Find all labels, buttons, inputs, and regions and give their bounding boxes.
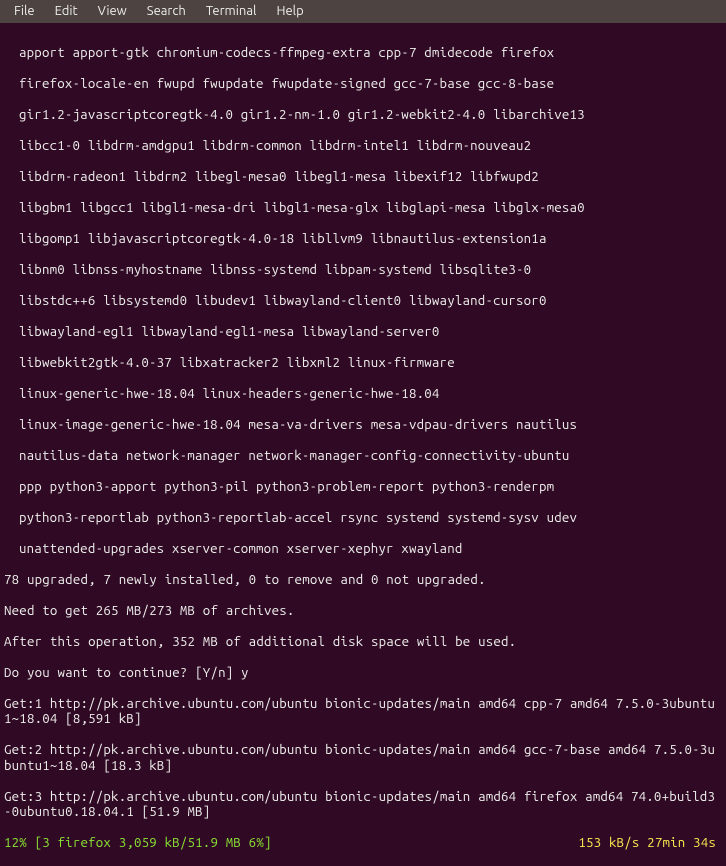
progress-indicator: 12% [3 firefox 3,059 kB/51.9 MB 6%]: [4, 835, 272, 850]
menu-bar: File Edit View Search Terminal Help: [0, 0, 726, 23]
menu-search[interactable]: Search: [139, 1, 194, 23]
package-line: linux-image-generic-hwe-18.04 mesa-va-dr…: [4, 417, 722, 433]
package-line: linux-generic-hwe-18.04 linux-headers-ge…: [4, 386, 722, 402]
package-line: nautilus-data network-manager network-ma…: [4, 448, 722, 464]
package-line: gir1.2-javascriptcoregtk-4.0 gir1.2-nm-1…: [4, 107, 722, 123]
menu-edit[interactable]: Edit: [47, 1, 86, 23]
upgrade-summary: 78 upgraded, 7 newly installed, 0 to rem…: [4, 572, 722, 588]
package-line: unattended-upgrades xserver-common xserv…: [4, 541, 722, 557]
package-line: ppp python3-apport python3-pil python3-p…: [4, 479, 722, 495]
speed-eta: 153 kB/s 27min 34s: [578, 835, 716, 851]
get-line: Get:2 http://pk.archive.ubuntu.com/ubunt…: [4, 742, 722, 773]
package-line: apport apport-gtk chromium-codecs-ffmpeg…: [4, 45, 722, 61]
package-line: python3-reportlab python3-reportlab-acce…: [4, 510, 722, 526]
terminal-output[interactable]: apport apport-gtk chromium-codecs-ffmpeg…: [0, 23, 726, 866]
need-get-line: Need to get 265 MB/273 MB of archives.: [4, 603, 722, 619]
package-line: libwayland-egl1 libwayland-egl1-mesa lib…: [4, 324, 722, 340]
download-status: 12% [3 firefox 3,059 kB/51.9 MB 6%] 153 k…: [4, 835, 722, 851]
get-line: Get:3 http://pk.archive.ubuntu.com/ubunt…: [4, 789, 722, 820]
get-line: Get:1 http://pk.archive.ubuntu.com/ubunt…: [4, 696, 722, 727]
package-line: libdrm-radeon1 libdrm2 libegl-mesa0 libe…: [4, 169, 722, 185]
package-line: libcc1-0 libdrm-amdgpu1 libdrm-common li…: [4, 138, 722, 154]
package-line: libwebkit2gtk-4.0-37 libxatracker2 libxm…: [4, 355, 722, 371]
continue-prompt: Do you want to continue? [Y/n] y: [4, 665, 722, 681]
package-line: libgbm1 libgcc1 libgl1-mesa-dri libgl1-m…: [4, 200, 722, 216]
menu-file[interactable]: File: [6, 1, 43, 23]
package-line: libnm0 libnss-myhostname libnss-systemd …: [4, 262, 722, 278]
menu-view[interactable]: View: [90, 1, 135, 23]
menu-terminal[interactable]: Terminal: [198, 1, 265, 23]
after-operation-line: After this operation, 352 MB of addition…: [4, 634, 722, 650]
menu-help[interactable]: Help: [268, 1, 311, 23]
package-line: libgomp1 libjavascriptcoregtk-4.0-18 lib…: [4, 231, 722, 247]
package-line: firefox-locale-en fwupd fwupdate fwupdat…: [4, 76, 722, 92]
package-line: libstdc++6 libsystemd0 libudev1 libwayla…: [4, 293, 722, 309]
